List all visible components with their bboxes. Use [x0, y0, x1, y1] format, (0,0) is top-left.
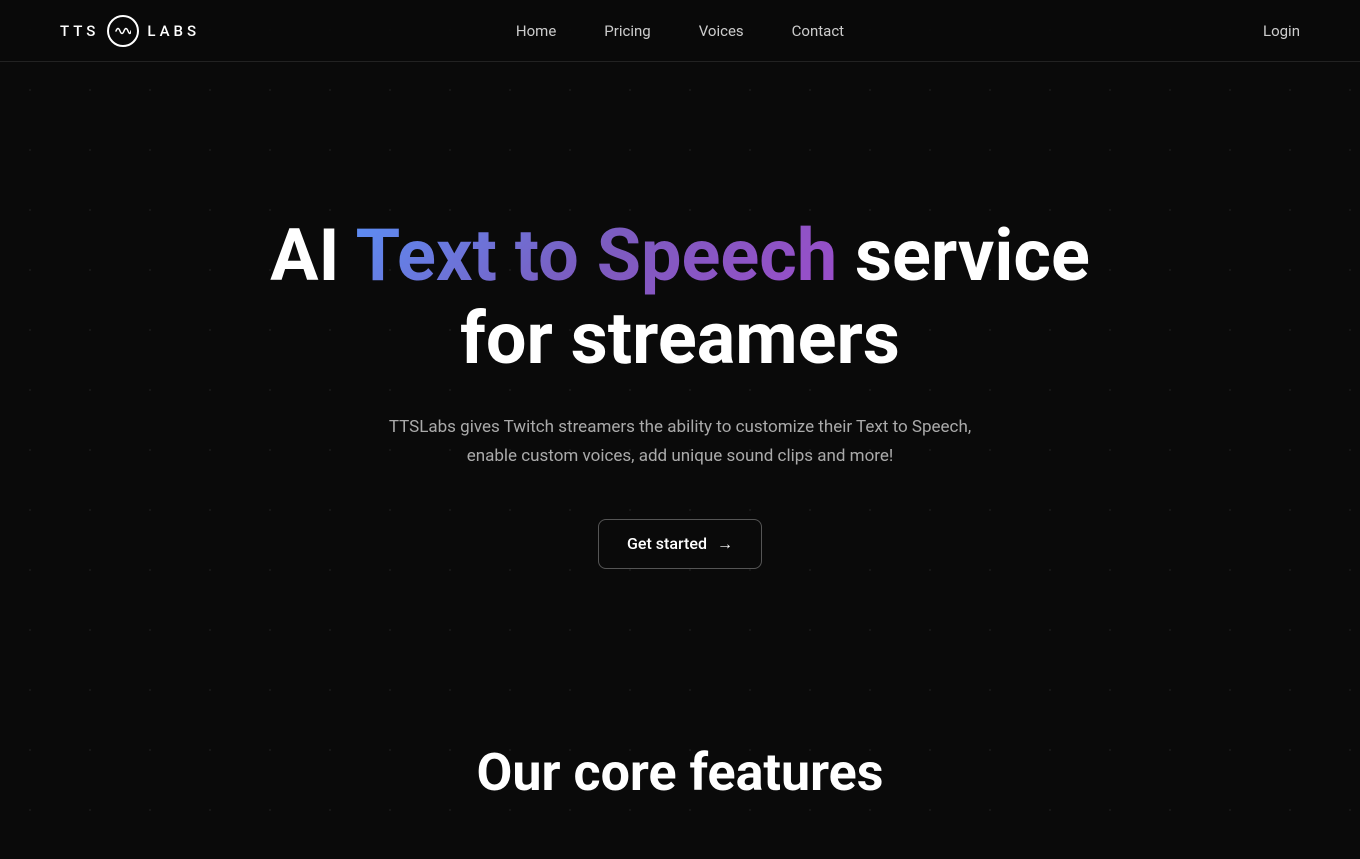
- cta-label: Get started: [627, 534, 707, 553]
- hero-section: AI Text to Speech service for streamers …: [0, 62, 1360, 702]
- hero-title: AI Text to Speech service for streamers: [230, 215, 1130, 381]
- features-title: Our core features: [20, 742, 1340, 803]
- logo-labs: LABS: [147, 22, 200, 40]
- logo-tts: TTS: [60, 22, 99, 40]
- hero-title-tts: Text to Speech: [356, 213, 838, 298]
- logo-text: TTS LABS: [60, 15, 200, 47]
- nav-pricing[interactable]: Pricing: [604, 22, 650, 40]
- logo[interactable]: TTS LABS: [60, 15, 200, 47]
- hero-title-ai: AI: [270, 213, 355, 298]
- get-started-button[interactable]: Get started →: [598, 519, 762, 569]
- logo-icon: [107, 15, 139, 47]
- login-link[interactable]: Login: [1263, 22, 1300, 40]
- navbar: TTS LABS Home Pricing Voices Contact Log…: [0, 0, 1360, 62]
- nav-links: Home Pricing Voices Contact: [516, 22, 844, 40]
- nav-home[interactable]: Home: [516, 22, 556, 40]
- features-section: Our core features: [0, 702, 1360, 823]
- nav-voices[interactable]: Voices: [699, 22, 744, 40]
- hero-subtitle: TTSLabs gives Twitch streamers the abili…: [370, 413, 990, 471]
- cta-arrow-icon: →: [717, 534, 733, 554]
- nav-contact[interactable]: Contact: [792, 22, 844, 40]
